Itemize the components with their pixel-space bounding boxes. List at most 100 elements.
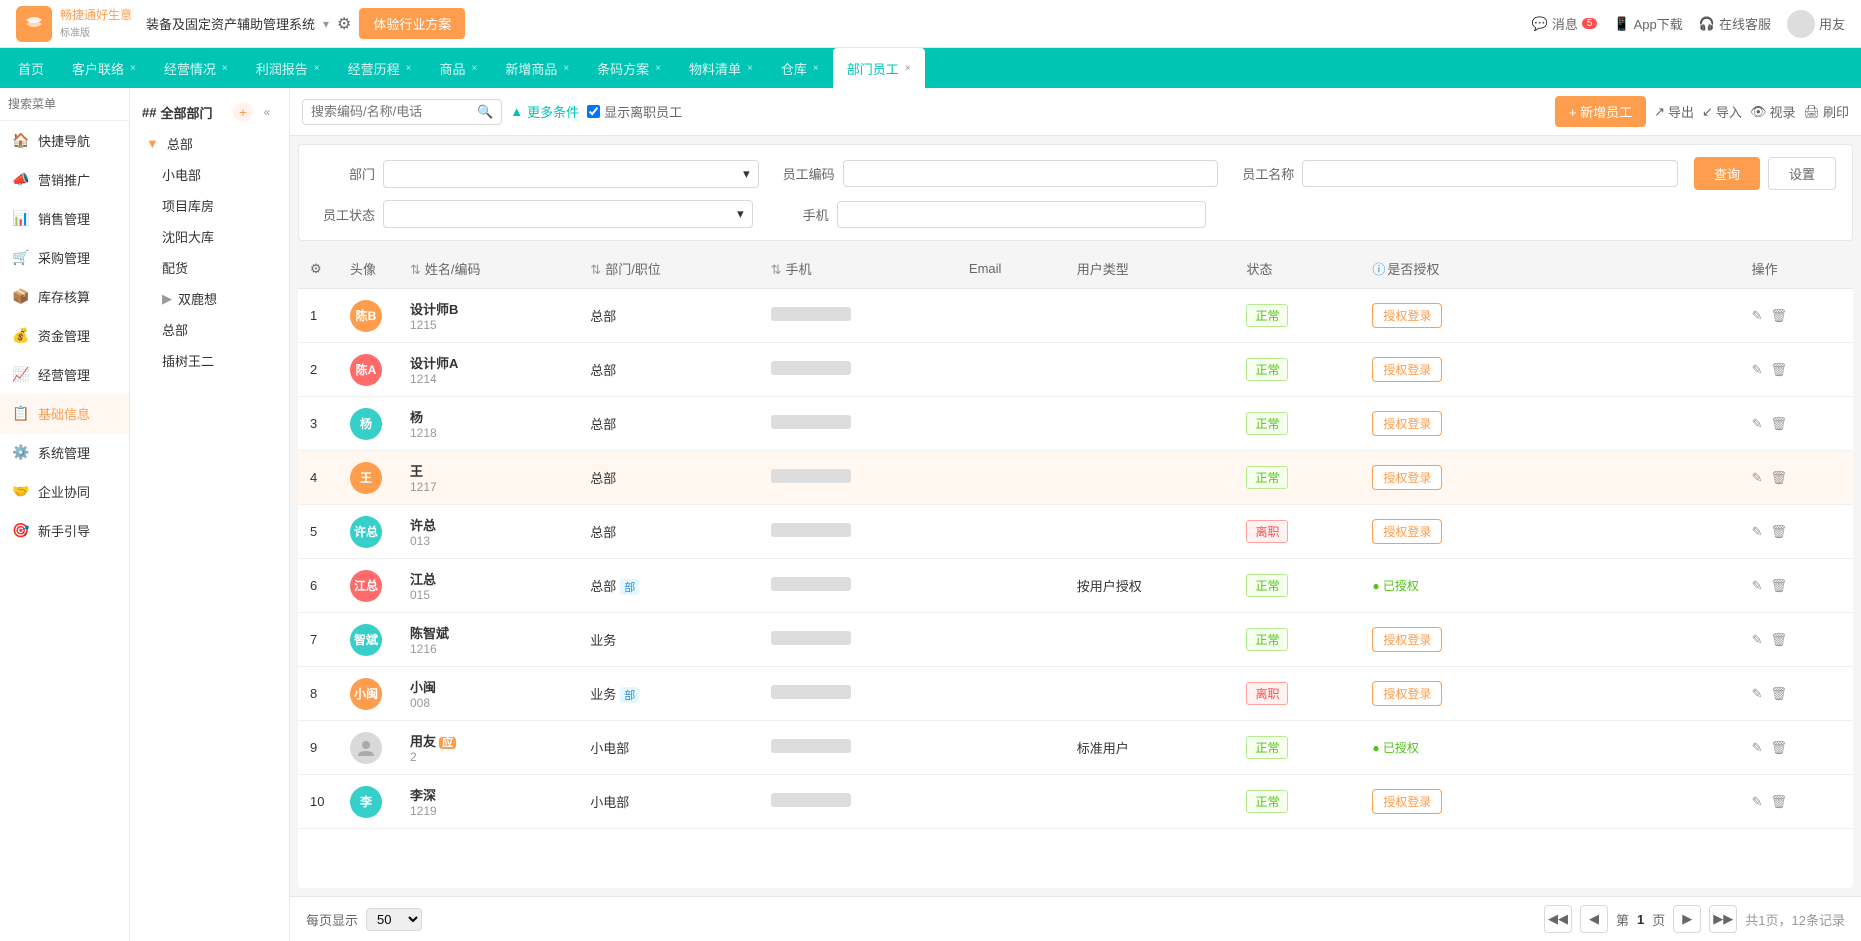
edit-icon[interactable]: ✎ bbox=[1752, 308, 1763, 324]
dept-item-peihuo[interactable]: 配货 bbox=[130, 252, 289, 283]
tab-employees-close[interactable]: × bbox=[905, 63, 911, 74]
settings-icon[interactable]: ⚙ bbox=[337, 14, 351, 34]
auth-login-btn[interactable]: 授权登录 bbox=[1372, 303, 1442, 328]
auth-login-btn[interactable]: 授权登录 bbox=[1372, 357, 1442, 382]
tab-history[interactable]: 经营历程× bbox=[334, 48, 426, 88]
view-btn[interactable]: 👁 视录 bbox=[1750, 102, 1796, 121]
edit-icon[interactable]: ✎ bbox=[1752, 686, 1763, 702]
dept-item-shenyang[interactable]: 沈阳大库 bbox=[130, 221, 289, 252]
tab-barcode-close[interactable]: × bbox=[655, 63, 661, 74]
delete-icon[interactable]: 🗑 bbox=[1771, 794, 1788, 810]
edit-icon[interactable]: ✎ bbox=[1752, 416, 1763, 432]
tab-profit-close[interactable]: × bbox=[314, 63, 320, 74]
auth-login-btn[interactable]: 授权登录 bbox=[1372, 627, 1442, 652]
tab-bom-close[interactable]: × bbox=[747, 63, 753, 74]
per-page-select[interactable]: 50 100 200 bbox=[366, 908, 422, 931]
auth-login-btn[interactable]: 授权登录 bbox=[1372, 789, 1442, 814]
edit-icon[interactable]: ✎ bbox=[1752, 362, 1763, 378]
dept-collapse-action[interactable]: « bbox=[257, 102, 277, 122]
filter-dept-select[interactable]: ▾ bbox=[383, 160, 759, 188]
show-resigned-check[interactable] bbox=[587, 105, 600, 118]
sidebar-item-guide[interactable]: 🎯 新手引导 bbox=[0, 511, 129, 550]
sidebar-item-marketing[interactable]: 📣 营销推广 bbox=[0, 160, 129, 199]
delete-icon[interactable]: 🗑 bbox=[1771, 470, 1788, 486]
edit-icon[interactable]: ✎ bbox=[1752, 470, 1763, 486]
sidebar-item-inventory[interactable]: 📦 库存核算 bbox=[0, 277, 129, 316]
trial-button[interactable]: 体验行业方案 bbox=[359, 8, 465, 39]
tab-operation-close[interactable]: × bbox=[222, 63, 228, 74]
user-btn[interactable]: 用友 bbox=[1787, 10, 1845, 38]
th-dept-pos[interactable]: ⇅部门/职位 bbox=[578, 249, 758, 289]
tab-customer-close[interactable]: × bbox=[130, 63, 136, 74]
delete-icon[interactable]: 🗑 bbox=[1771, 740, 1788, 756]
dept-item-zongbu2[interactable]: 总部 bbox=[130, 314, 289, 345]
system-dropdown-icon[interactable]: ▾ bbox=[323, 17, 329, 31]
query-btn[interactable]: 查询 bbox=[1694, 157, 1760, 190]
tab-home[interactable]: 首页 bbox=[4, 48, 58, 88]
sidebar-item-finance[interactable]: 💰 资金管理 bbox=[0, 316, 129, 355]
th-settings[interactable]: ⚙ bbox=[298, 249, 338, 289]
dept-item-zongbu-root[interactable]: ▼ 总部 bbox=[130, 128, 289, 159]
sidebar-item-quicknav[interactable]: 🏠 快捷导航 bbox=[0, 121, 129, 160]
filter-status-select[interactable]: ▾ bbox=[383, 200, 753, 228]
online-service-btn[interactable]: 🎧 在线客服 bbox=[1699, 14, 1771, 33]
search-input[interactable] bbox=[311, 104, 471, 119]
dept-item-chashuwang[interactable]: 插树王二 bbox=[130, 345, 289, 376]
delete-icon[interactable]: 🗑 bbox=[1771, 362, 1788, 378]
auth-login-btn[interactable]: 授权登录 bbox=[1372, 465, 1442, 490]
tab-goods[interactable]: 商品× bbox=[425, 48, 491, 88]
dept-item-shuanglu[interactable]: ▶ 双鹿想 bbox=[130, 283, 289, 314]
sidebar-search-input[interactable] bbox=[8, 97, 130, 111]
delete-icon[interactable]: 🗑 bbox=[1771, 308, 1788, 324]
edit-icon[interactable]: ✎ bbox=[1752, 794, 1763, 810]
message-btn[interactable]: 💬 消息 5 bbox=[1532, 14, 1598, 33]
auth-login-btn[interactable]: 授权登录 bbox=[1372, 411, 1442, 436]
sidebar-item-purchase[interactable]: 🛒 采购管理 bbox=[0, 238, 129, 277]
app-download-btn[interactable]: 📱 App下载 bbox=[1613, 14, 1682, 33]
filter-phone-input[interactable] bbox=[837, 201, 1207, 228]
reset-btn[interactable]: 设置 bbox=[1768, 157, 1836, 190]
tab-profit[interactable]: 利润报告× bbox=[242, 48, 334, 88]
delete-icon[interactable]: 🗑 bbox=[1771, 632, 1788, 648]
edit-icon[interactable]: ✎ bbox=[1752, 632, 1763, 648]
delete-icon[interactable]: 🗑 bbox=[1771, 524, 1788, 540]
edit-icon[interactable]: ✎ bbox=[1752, 740, 1763, 756]
dept-item-xiaodianbu[interactable]: 小电部 bbox=[130, 159, 289, 190]
dept-item-xiangmu[interactable]: 项目库房 bbox=[130, 190, 289, 221]
edit-icon[interactable]: ✎ bbox=[1752, 578, 1763, 594]
tab-goods-close[interactable]: × bbox=[471, 63, 477, 74]
next-page-btn[interactable]: ▶ bbox=[1673, 905, 1701, 933]
last-page-btn[interactable]: ▶▶ bbox=[1709, 905, 1737, 933]
delete-icon[interactable]: 🗑 bbox=[1771, 578, 1788, 594]
add-employee-btn[interactable]: + 新增员工 bbox=[1555, 96, 1646, 127]
more-filter-btn[interactable]: ▲ 更多条件 bbox=[510, 102, 579, 121]
sidebar-item-collab[interactable]: 🤝 企业协同 bbox=[0, 472, 129, 511]
sidebar-item-sysmanage[interactable]: ⚙️ 系统管理 bbox=[0, 433, 129, 472]
filter-emp-name-input[interactable] bbox=[1302, 160, 1678, 187]
tab-new-goods-close[interactable]: × bbox=[563, 63, 569, 74]
import-btn[interactable]: ↙ 导入 bbox=[1702, 102, 1742, 121]
first-page-btn[interactable]: ◀◀ bbox=[1544, 905, 1572, 933]
sidebar-item-bizmanage[interactable]: 📈 经营管理 bbox=[0, 355, 129, 394]
th-phone[interactable]: ⇅手机 bbox=[759, 249, 957, 289]
tab-employees[interactable]: 部门员工× bbox=[833, 48, 925, 88]
sidebar-item-sales[interactable]: 📊 销售管理 bbox=[0, 199, 129, 238]
th-name-code[interactable]: ⇅姓名/编码 bbox=[398, 249, 578, 289]
tab-warehouse[interactable]: 仓库× bbox=[767, 48, 833, 88]
tab-warehouse-close[interactable]: × bbox=[813, 63, 819, 74]
print-btn[interactable]: 🖨 刷印 bbox=[1803, 102, 1849, 121]
export-btn[interactable]: ↗ 导出 bbox=[1654, 102, 1694, 121]
search-icon[interactable]: 🔍 bbox=[477, 104, 493, 120]
edit-icon[interactable]: ✎ bbox=[1752, 524, 1763, 540]
auth-login-btn[interactable]: 授权登录 bbox=[1372, 681, 1442, 706]
tab-operation[interactable]: 经营情况× bbox=[150, 48, 242, 88]
prev-page-btn[interactable]: ◀ bbox=[1580, 905, 1608, 933]
delete-icon[interactable]: 🗑 bbox=[1771, 686, 1788, 702]
tab-barcode[interactable]: 条码方案× bbox=[583, 48, 675, 88]
filter-emp-code-input[interactable] bbox=[843, 160, 1219, 187]
tab-bom[interactable]: 物料清单× bbox=[675, 48, 767, 88]
tab-customer[interactable]: 客户联络× bbox=[58, 48, 150, 88]
auth-login-btn[interactable]: 授权登录 bbox=[1372, 519, 1442, 544]
delete-icon[interactable]: 🗑 bbox=[1771, 416, 1788, 432]
tab-history-close[interactable]: × bbox=[406, 63, 412, 74]
